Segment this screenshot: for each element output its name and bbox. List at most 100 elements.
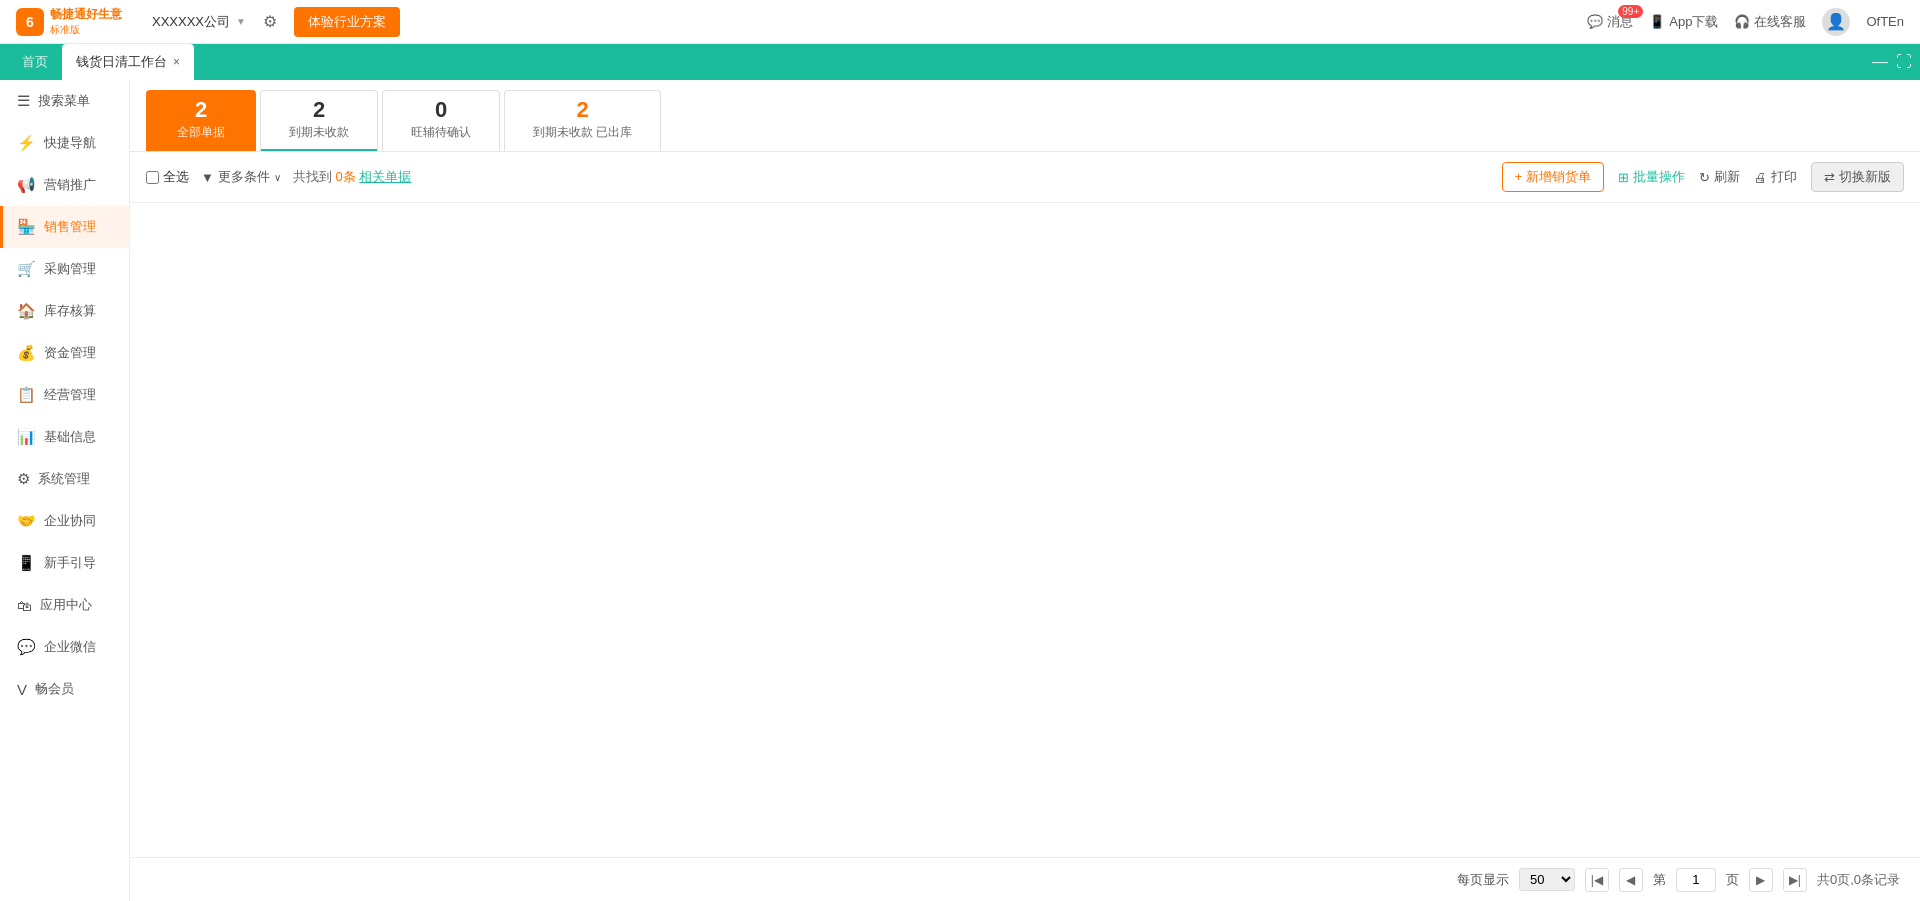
close-tab-icon[interactable]: × (173, 55, 180, 69)
wechat-icon: 💬 (17, 638, 36, 656)
app-logo-text: 畅捷通好生意 标准版 (50, 7, 122, 36)
sidebar-item-quicknav[interactable]: ⚡ 快捷导航 (0, 122, 129, 164)
stat-label-shipped: 到期未收款 已出库 (533, 124, 632, 141)
sidebar-item-finance[interactable]: 💰 资金管理 (0, 332, 129, 374)
stats-tabs: 2 全部单据 2 到期未收款 0 旺辅待确认 2 到期未收款 已出库 (130, 80, 1920, 152)
per-page-select[interactable]: 50 100 200 (1519, 868, 1575, 891)
prev-page-button[interactable]: ◀ (1619, 868, 1643, 892)
sidebar-item-system[interactable]: ⚙ 系统管理 (0, 458, 129, 500)
toolbar-right: + 新增销货单 ⊞ 批量操作 ↻ 刷新 🖨 打印 ⇄ 切换新版 (1502, 162, 1904, 192)
basic-info-icon: 📊 (17, 428, 36, 446)
stat-label-all: 全部单据 (177, 124, 225, 141)
sidebar-label-marketing: 营销推广 (44, 176, 96, 194)
stat-tab-all[interactable]: 2 全部单据 (146, 90, 256, 151)
first-page-button[interactable]: |◀ (1585, 868, 1609, 892)
stat-label-pending: 旺辅待确认 (411, 124, 471, 141)
logo-area: 6 畅捷通好生意 标准版 (16, 7, 122, 36)
next-page-button[interactable]: ▶ (1749, 868, 1773, 892)
sidebar-item-guide[interactable]: 📱 新手引导 (0, 542, 129, 584)
refresh-button[interactable]: ↻ 刷新 (1699, 168, 1740, 186)
maximize-window-icon[interactable]: ⛶ (1896, 53, 1912, 71)
header-left: 6 畅捷通好生意 标准版 XXXXXX公司 ▼ ⚙ 体验行业方案 (16, 7, 400, 37)
app-download-button[interactable]: 📱 App下载 (1649, 13, 1718, 31)
sidebar-item-marketing[interactable]: 📢 营销推广 (0, 164, 129, 206)
sidebar-item-sales[interactable]: 🏪 销售管理 (0, 206, 129, 248)
page-label: 第 (1653, 871, 1666, 889)
service-icon: 🎧 (1734, 14, 1750, 29)
sidebar-item-wechat[interactable]: 💬 企业微信 (0, 626, 129, 668)
switch-version-button[interactable]: ⇄ 切换新版 (1811, 162, 1904, 192)
stat-tab-pending[interactable]: 0 旺辅待确认 (382, 90, 500, 151)
filter-icon: ▼ (201, 170, 214, 185)
sidebar-item-operations[interactable]: 📋 经营管理 (0, 374, 129, 416)
chevron-down-icon: ∨ (274, 172, 281, 183)
tab-workbench-label: 钱货日清工作台 (76, 53, 167, 71)
stat-tab-overdue[interactable]: 2 到期未收款 (260, 90, 378, 151)
message-icon: 💬 (1587, 14, 1603, 29)
sidebar-label-system: 系统管理 (38, 470, 90, 488)
related-orders-link[interactable]: 相关单据 (359, 169, 411, 184)
sidebar-label-finance: 资金管理 (44, 344, 96, 362)
user-name[interactable]: OfTEn (1866, 14, 1904, 29)
tab-home[interactable]: 首页 (8, 44, 62, 80)
enterprise-icon: 🤝 (17, 512, 36, 530)
sidebar-item-basic-info[interactable]: 📊 基础信息 (0, 416, 129, 458)
print-button[interactable]: 🖨 打印 (1754, 168, 1797, 186)
company-selector[interactable]: XXXXXX公司 ▼ (152, 13, 246, 31)
chevron-down-icon: ▼ (236, 16, 246, 27)
sidebar-item-inventory[interactable]: 🏠 库存核算 (0, 290, 129, 332)
sidebar-label-search: 搜索菜单 (38, 92, 90, 110)
settings-button[interactable]: ⚙ (256, 8, 284, 36)
select-all-checkbox[interactable]: 全选 (146, 168, 189, 186)
sales-icon: 🏪 (17, 218, 36, 236)
sidebar-item-purchase[interactable]: 🛒 采购管理 (0, 248, 129, 290)
online-service-button[interactable]: 🎧 在线客服 (1734, 13, 1806, 31)
select-all-input[interactable] (146, 171, 159, 184)
sidebar-item-appcenter[interactable]: 🛍 应用中心 (0, 584, 129, 626)
sidebar-label-member: 畅会员 (35, 680, 74, 698)
finance-icon: 💰 (17, 344, 36, 362)
sidebar-label-guide: 新手引导 (44, 554, 96, 572)
stat-num-all: 2 (195, 99, 207, 121)
sidebar-label-appcenter: 应用中心 (40, 596, 92, 614)
header-right: 💬 消息 99+ 📱 App下载 🎧 在线客服 👤 OfTEn (1587, 8, 1904, 36)
minimize-window-icon[interactable]: — (1872, 53, 1888, 71)
message-button[interactable]: 💬 消息 99+ (1587, 13, 1633, 31)
message-badge: 99+ (1618, 5, 1643, 18)
guide-icon: 📱 (17, 554, 36, 572)
user-icon: 👤 (1826, 12, 1846, 31)
last-page-button[interactable]: ▶| (1783, 868, 1807, 892)
app-logo-icon: 6 (16, 8, 44, 36)
trial-button[interactable]: 体验行业方案 (294, 7, 400, 37)
stat-label-overdue: 到期未收款 (289, 124, 349, 141)
company-name: XXXXXX公司 (152, 13, 230, 31)
filter-label: 更多条件 (218, 168, 270, 186)
page-number-input[interactable] (1676, 868, 1716, 892)
stat-tab-shipped[interactable]: 2 到期未收款 已出库 (504, 90, 661, 151)
marketing-icon: 📢 (17, 176, 36, 194)
avatar[interactable]: 👤 (1822, 8, 1850, 36)
purchase-icon: 🛒 (17, 260, 36, 278)
sidebar-label-quicknav: 快捷导航 (44, 134, 96, 152)
switch-icon: ⇄ (1824, 170, 1835, 185)
nav-right-buttons: — ⛶ (1872, 53, 1912, 71)
gear-icon: ⚙ (263, 12, 277, 31)
batch-icon: ⊞ (1618, 170, 1629, 185)
batch-operation-button[interactable]: ⊞ 批量操作 (1618, 168, 1685, 186)
stat-num-shipped: 2 (577, 99, 589, 121)
select-all-label: 全选 (163, 168, 189, 186)
search-menu-icon: ☰ (17, 92, 30, 110)
sidebar-item-search[interactable]: ☰ 搜索菜单 (0, 80, 129, 122)
tab-home-label: 首页 (22, 53, 48, 71)
download-icon: 📱 (1649, 14, 1665, 29)
per-page-label: 每页显示 (1457, 871, 1509, 889)
filter-button[interactable]: ▼ 更多条件 ∨ (201, 168, 281, 186)
table-area (130, 203, 1920, 857)
sidebar-item-member[interactable]: V 畅会员 (0, 668, 129, 710)
inventory-icon: 🏠 (17, 302, 36, 320)
sidebar: ☰ 搜索菜单 ⚡ 快捷导航 📢 营销推广 🏪 销售管理 🛒 采购管理 🏠 库存核… (0, 80, 130, 901)
tab-workbench[interactable]: 钱货日清工作台 × (62, 44, 194, 80)
sidebar-item-enterprise[interactable]: 🤝 企业协同 (0, 500, 129, 542)
top-header: 6 畅捷通好生意 标准版 XXXXXX公司 ▼ ⚙ 体验行业方案 💬 消息 99… (0, 0, 1920, 44)
new-sales-order-button[interactable]: + 新增销货单 (1502, 162, 1604, 192)
